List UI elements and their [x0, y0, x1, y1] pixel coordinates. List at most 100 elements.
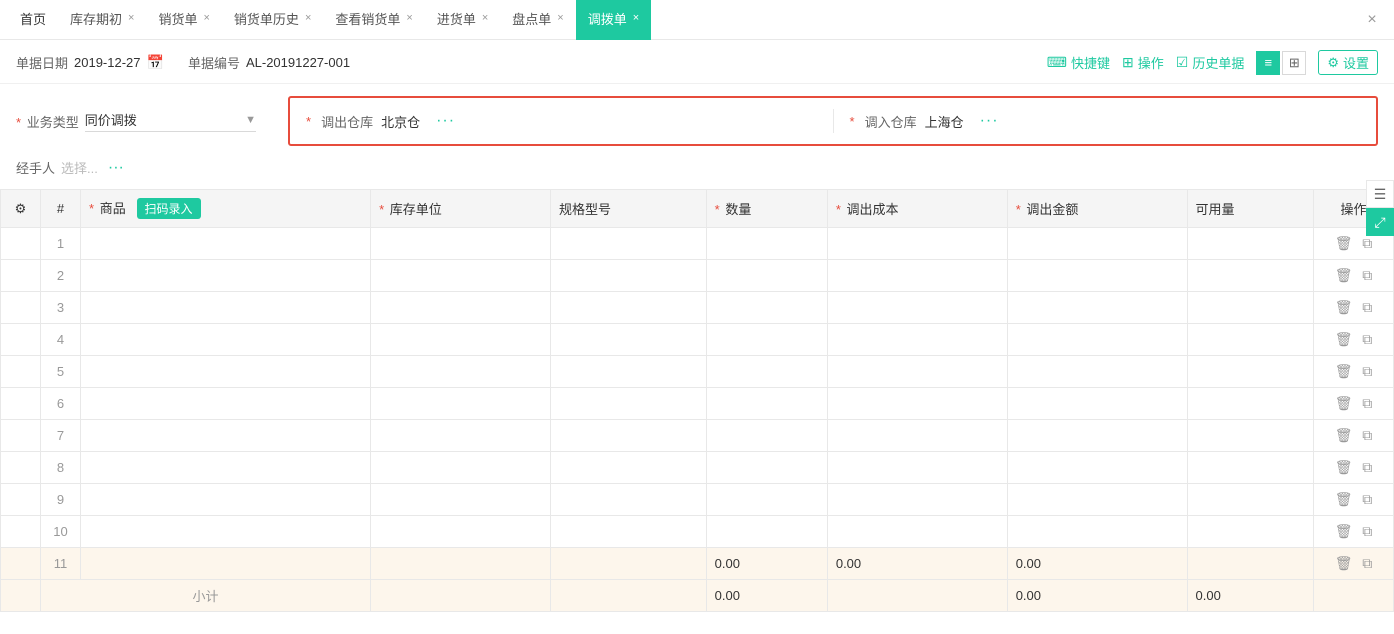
- history-button[interactable]: ☑ 历史单据: [1176, 53, 1245, 72]
- row-copy-icon[interactable]: ⧉: [1362, 235, 1372, 251]
- row-available-cell[interactable]: [1187, 292, 1313, 324]
- row-cost-cell[interactable]: [827, 292, 1007, 324]
- row-delete-icon[interactable]: 🗑: [1335, 235, 1353, 251]
- row-spec-cell[interactable]: [550, 292, 706, 324]
- row-product-cell[interactable]: [81, 452, 371, 484]
- row-product-cell[interactable]: [81, 292, 371, 324]
- row-qty-cell[interactable]: [706, 420, 827, 452]
- window-close-button[interactable]: ×: [1358, 6, 1386, 34]
- row-spec-cell[interactable]: [550, 516, 706, 548]
- row-available-cell[interactable]: [1187, 324, 1313, 356]
- sidebar-expand-button[interactable]: ⤢: [1366, 208, 1394, 236]
- row-cost-cell[interactable]: [827, 388, 1007, 420]
- row-spec-cell[interactable]: [550, 228, 706, 260]
- row-spec-cell[interactable]: [550, 260, 706, 292]
- row-cost-cell[interactable]: [827, 356, 1007, 388]
- row-available-cell[interactable]: [1187, 516, 1313, 548]
- tab-transfer[interactable]: 调拨单 ×: [576, 0, 651, 40]
- row-spec-cell[interactable]: [550, 452, 706, 484]
- row-available-cell[interactable]: [1187, 388, 1313, 420]
- row-qty-cell[interactable]: [706, 516, 827, 548]
- handler-dots[interactable]: ···: [108, 159, 124, 177]
- row-spec-cell[interactable]: [550, 484, 706, 516]
- row-unit-cell[interactable]: [371, 260, 551, 292]
- row-qty-cell[interactable]: [706, 356, 827, 388]
- row-cost-cell[interactable]: [827, 420, 1007, 452]
- row-amount-cell[interactable]: [1007, 452, 1187, 484]
- row-amount-cell[interactable]: [1007, 484, 1187, 516]
- row-unit-cell[interactable]: [371, 452, 551, 484]
- row-delete-icon[interactable]: 🗑: [1335, 427, 1353, 443]
- row-product-cell[interactable]: [81, 420, 371, 452]
- row-copy-icon[interactable]: ⧉: [1362, 363, 1372, 379]
- row-spec-cell[interactable]: [550, 420, 706, 452]
- row-copy-icon[interactable]: ⧉: [1362, 491, 1372, 507]
- row-unit-cell[interactable]: [371, 356, 551, 388]
- row-available-cell[interactable]: [1187, 452, 1313, 484]
- row-available-cell[interactable]: [1187, 260, 1313, 292]
- tab-sales-order-close[interactable]: ×: [203, 13, 209, 24]
- row-copy-icon[interactable]: ⧉: [1362, 299, 1372, 315]
- row-unit-cell[interactable]: [371, 516, 551, 548]
- row-unit-cell[interactable]: [371, 228, 551, 260]
- row-amount-cell[interactable]: [1007, 388, 1187, 420]
- row-qty-cell[interactable]: [706, 228, 827, 260]
- row-delete-icon[interactable]: 🗑: [1335, 299, 1353, 315]
- tab-sales-history-close[interactable]: ×: [305, 13, 311, 24]
- row-amount-cell[interactable]: [1007, 516, 1187, 548]
- tab-view-sales-close[interactable]: ×: [406, 13, 412, 24]
- quick-key-button[interactable]: ⌨ 快捷键: [1047, 53, 1110, 72]
- row-delete-icon[interactable]: 🗑: [1335, 395, 1353, 411]
- row-cost-cell[interactable]: [827, 452, 1007, 484]
- settings-button[interactable]: ⚙ 设置: [1318, 50, 1378, 75]
- row-product-cell[interactable]: [81, 228, 371, 260]
- list-view-button[interactable]: ≡: [1256, 51, 1280, 75]
- row-delete-icon[interactable]: 🗑: [1335, 331, 1353, 347]
- row-product-cell[interactable]: [81, 516, 371, 548]
- row-available-cell[interactable]: [1187, 484, 1313, 516]
- row-copy-icon[interactable]: ⧉: [1362, 427, 1372, 443]
- tab-inventory-init-close[interactable]: ×: [128, 13, 134, 24]
- tab-inventory-count[interactable]: 盘点单 ×: [500, 0, 575, 40]
- row-amount-cell[interactable]: [1007, 356, 1187, 388]
- scan-btn[interactable]: 扫码录入: [137, 198, 201, 219]
- row-product-cell[interactable]: [81, 356, 371, 388]
- row-amount-cell[interactable]: [1007, 324, 1187, 356]
- row-cost-cell[interactable]: [827, 324, 1007, 356]
- row-copy-icon[interactable]: ⧉: [1362, 331, 1372, 347]
- tab-inventory-count-close[interactable]: ×: [557, 13, 563, 24]
- row-product-cell[interactable]: [81, 260, 371, 292]
- row-copy-icon[interactable]: ⧉: [1362, 267, 1372, 283]
- row-qty-cell[interactable]: [706, 388, 827, 420]
- row-unit-cell[interactable]: [371, 484, 551, 516]
- tab-inventory-init[interactable]: 库存期初 ×: [58, 0, 146, 40]
- row-delete-icon[interactable]: 🗑: [1335, 363, 1353, 379]
- calendar-icon[interactable]: 📅: [147, 54, 164, 71]
- row-available-cell[interactable]: [1187, 228, 1313, 260]
- row-copy-icon[interactable]: ⧉: [1362, 523, 1372, 539]
- row-delete-icon[interactable]: 🗑: [1335, 523, 1353, 539]
- row-unit-cell[interactable]: [371, 420, 551, 452]
- row-qty-cell[interactable]: [706, 260, 827, 292]
- business-type-select[interactable]: 同价调拨 ▼: [85, 110, 256, 132]
- in-warehouse-dots[interactable]: ···: [972, 112, 1007, 130]
- tab-sales-history[interactable]: 销货单历史 ×: [222, 0, 323, 40]
- tab-transfer-close[interactable]: ×: [633, 13, 639, 24]
- row-amount-cell[interactable]: [1007, 420, 1187, 452]
- row-spec-cell[interactable]: [550, 356, 706, 388]
- row-qty-cell[interactable]: [706, 484, 827, 516]
- subtotal-copy-icon[interactable]: ⧉: [1362, 555, 1372, 571]
- tab-purchase-order-close[interactable]: ×: [482, 13, 488, 24]
- table-settings-col[interactable]: ⚙: [1, 190, 41, 228]
- out-warehouse-dots[interactable]: ···: [428, 112, 463, 130]
- row-cost-cell[interactable]: [827, 260, 1007, 292]
- row-spec-cell[interactable]: [550, 388, 706, 420]
- tab-view-sales[interactable]: 查看销货单 ×: [323, 0, 424, 40]
- row-spec-cell[interactable]: [550, 324, 706, 356]
- row-available-cell[interactable]: [1187, 356, 1313, 388]
- row-copy-icon[interactable]: ⧉: [1362, 395, 1372, 411]
- row-product-cell[interactable]: [81, 388, 371, 420]
- grid-view-button[interactable]: ⊞: [1282, 51, 1306, 75]
- row-delete-icon[interactable]: 🗑: [1335, 491, 1353, 507]
- row-cost-cell[interactable]: [827, 484, 1007, 516]
